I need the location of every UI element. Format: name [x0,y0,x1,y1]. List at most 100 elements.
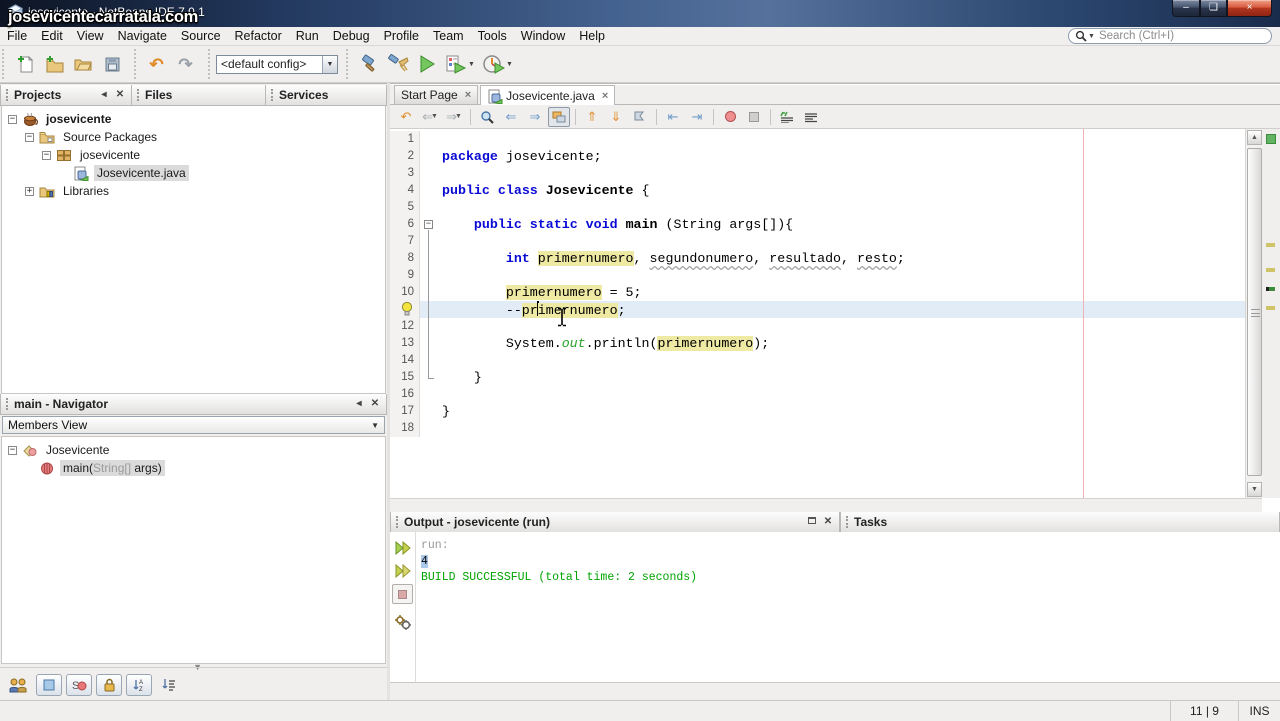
tree-expander-icon[interactable]: − [8,445,17,455]
forward-button[interactable]: ⇒ ▼ [443,107,465,127]
menu-view[interactable]: View [70,27,111,46]
run-project-button[interactable] [413,51,440,77]
error-stripe-mark[interactable] [1266,268,1275,272]
error-stripe-mark[interactable] [1266,306,1275,310]
menu-edit[interactable]: Edit [34,27,70,46]
search-input[interactable]: ▼ Search (Ctrl+I) [1068,28,1272,44]
menu-window[interactable]: Window [514,27,572,46]
panel-header-projects[interactable]: Projects ◂ ✕ [0,85,131,106]
editor-horizontal-scrollbar[interactable] [390,498,1262,513]
uncomment-button[interactable] [800,107,822,127]
show-fields-button[interactable] [36,673,62,696]
tree-expander-icon[interactable]: − [25,132,34,142]
toggle-bookmark-button[interactable] [629,107,651,127]
output-panel-header[interactable]: Output - josevicente (run) ✕ [390,512,840,533]
config-select-arrow-icon[interactable]: ▼ [322,55,337,73]
panel-header-services[interactable]: Services [265,85,387,106]
error-stripe-caret-mark[interactable] [1266,287,1275,291]
drag-handle[interactable] [846,516,849,528]
scroll-down-icon[interactable]: ▼ [1247,482,1262,497]
maximize-button[interactable]: ❏ [1200,0,1227,17]
ant-settings-button[interactable] [392,612,413,632]
tree-item[interactable]: Josevicente.java [2,164,385,182]
profile-dropdown-icon[interactable]: ▼ [506,61,513,68]
output-text[interactable]: run: 4 BUILD SUCCESSFUL (total time: 2 sec… [421,538,697,586]
menu-team[interactable]: Team [426,27,471,46]
tasks-panel-header[interactable]: Tasks [840,512,1280,533]
menu-debug[interactable]: Debug [326,27,377,46]
tree-item[interactable]: − josevicente [2,110,385,128]
tree-expander-icon[interactable]: − [8,114,17,124]
navigator-dock-icon[interactable]: ◂ [352,398,366,411]
code-editor[interactable]: 1 2 package josevicente; 3 4 public class Jos… [390,129,1245,498]
fold-column[interactable]: − [420,216,437,233]
tree-item[interactable]: + Libraries [2,182,385,200]
tab-close-icon[interactable]: × [465,89,471,101]
rerun-with-options-button[interactable] [392,561,413,581]
panel-header-files[interactable]: Files [131,85,265,106]
output-maximize-icon[interactable] [805,516,819,529]
sort-alphabetically-button[interactable]: AZ [126,673,152,696]
sort-by-source-button[interactable] [156,674,180,696]
members-view-select[interactable]: Members View ▼ [2,416,385,434]
show-inherited-members-button[interactable] [6,674,30,696]
undo-button[interactable]: ↶ [143,51,170,77]
find-previous-button[interactable]: ⇐ [500,107,522,127]
tree-expander-icon[interactable]: + [25,186,34,196]
last-edit-location-button[interactable]: ↶ [395,107,417,127]
menu-navigate[interactable]: Navigate [111,27,174,46]
shift-right-button[interactable]: ⇥ [686,107,708,127]
menu-run[interactable]: Run [289,27,326,46]
find-selection-button[interactable] [476,107,498,127]
hint-lightbulb-icon[interactable] [390,301,420,318]
projects-close-icon[interactable]: ✕ [113,89,127,102]
tree-expander-icon[interactable]: − [42,150,51,160]
minimize-button[interactable]: – [1172,0,1200,17]
open-project-button[interactable] [69,51,96,77]
menu-source[interactable]: Source [174,27,228,46]
start-macro-recording-button[interactable] [719,107,741,127]
navigator-close-icon[interactable]: ✕ [368,398,382,411]
editor-tab-josevicente-java[interactable]: Josevicente.java × [480,85,616,105]
drag-handle[interactable] [396,516,399,528]
new-file-button[interactable] [11,51,38,77]
show-non-public-members-button[interactable] [96,673,122,696]
editor-tab-start-page[interactable]: Start Page × [394,85,479,104]
error-stripe-mark[interactable] [1266,243,1275,247]
next-occurrence-button[interactable]: ⇓ [605,107,627,127]
search-dropdown-icon[interactable]: ▼ [1088,33,1095,40]
menu-help[interactable]: Help [572,27,612,46]
tree-item[interactable]: − Source Packages [2,128,385,146]
menu-file[interactable]: File [0,27,34,46]
clean-build-project-button[interactable] [384,51,411,77]
close-button[interactable]: × [1227,0,1272,17]
shift-left-button[interactable]: ⇤ [662,107,684,127]
output-content[interactable]: run: 4 BUILD SUCCESSFUL (total time: 2 sec… [390,532,1280,682]
menu-refactor[interactable]: Refactor [228,27,289,46]
new-project-button[interactable] [40,51,67,77]
redo-button[interactable]: ↷ [172,51,199,77]
stop-macro-recording-button[interactable] [743,107,765,127]
build-project-button[interactable] [355,51,382,77]
editor-vertical-scrollbar[interactable]: ▲ ▼ [1245,129,1262,498]
toggle-highlight-search-button[interactable] [548,106,570,127]
projects-dock-icon[interactable]: ◂ [97,89,111,102]
comment-button[interactable] [776,107,798,127]
debug-project-button[interactable]: ▼ [442,51,478,77]
tree-item[interactable]: main(String[] args) [2,459,385,477]
config-select[interactable]: <default config> ▼ [216,54,338,74]
profile-project-button[interactable]: ▼ [480,51,516,77]
show-static-members-button[interactable]: S [66,673,92,696]
menu-profile[interactable]: Profile [377,27,426,46]
back-button[interactable]: ⇐ ▼ [419,107,441,127]
previous-occurrence-button[interactable]: ⇑ [581,107,603,127]
tab-close-icon[interactable]: × [602,90,608,102]
tree-item[interactable]: − josevicente [2,146,385,164]
stop-build-button[interactable] [392,584,413,604]
scrollbar-thumb[interactable] [1247,148,1262,476]
save-all-button[interactable] [98,51,125,77]
rerun-button[interactable] [392,538,413,558]
menu-tools[interactable]: Tools [471,27,514,46]
drag-handle[interactable] [6,398,9,410]
scroll-up-icon[interactable]: ▲ [1247,130,1262,145]
